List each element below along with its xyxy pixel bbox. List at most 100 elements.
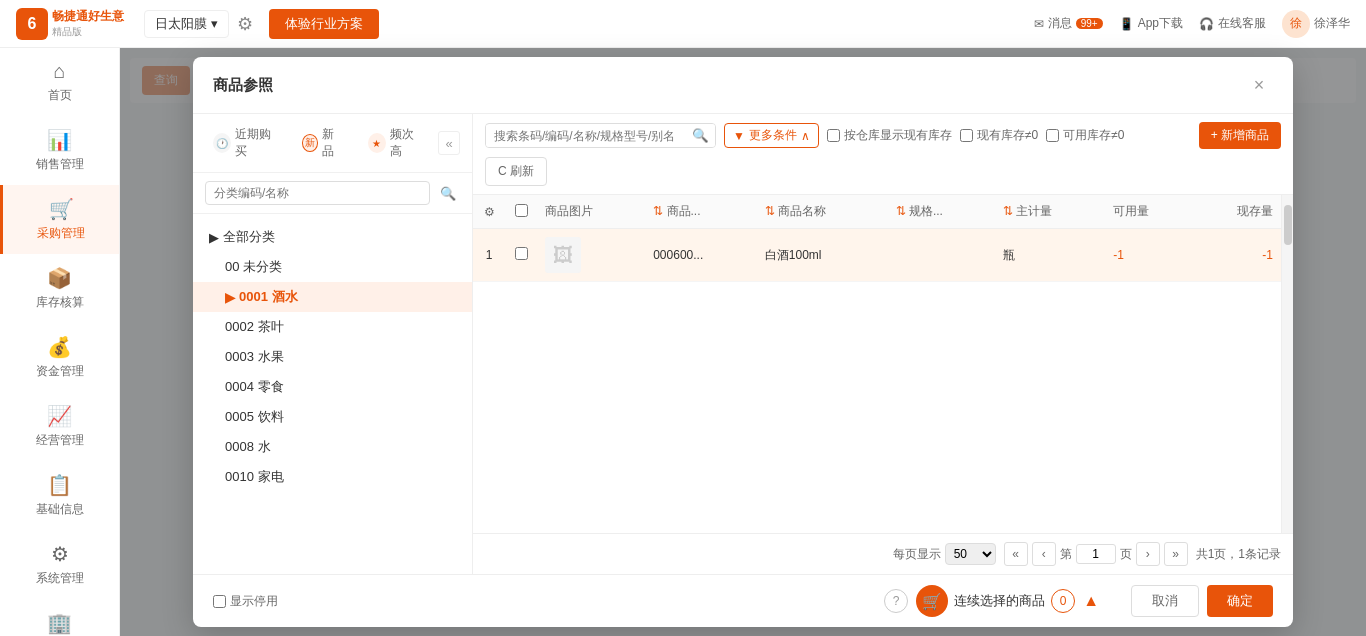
modal-overlay[interactable]: 商品参照 × 🕐 近期购买 新 bbox=[120, 48, 1366, 636]
cart-icon[interactable]: 🛒 bbox=[916, 585, 948, 617]
scrollbar-thumb[interactable] bbox=[1284, 205, 1292, 245]
left-panel: 🕐 近期购买 新 新品 ★ 频次高 bbox=[193, 114, 473, 574]
tree-item-0005[interactable]: 0005 饮料 bbox=[193, 402, 472, 432]
logo-title: 畅捷通好生意 bbox=[52, 8, 124, 25]
tree-label-0003: 0003 水果 bbox=[225, 348, 284, 366]
product-search-input[interactable] bbox=[486, 125, 686, 147]
tree-item-0002[interactable]: 0002 茶叶 bbox=[193, 312, 472, 342]
last-page-button[interactable]: » bbox=[1164, 542, 1188, 566]
product-search-button[interactable]: 🔍 bbox=[686, 124, 715, 147]
prev-page-button[interactable]: ‹ bbox=[1032, 542, 1056, 566]
checkbox-available-input[interactable] bbox=[1046, 129, 1059, 142]
sidebar-label-basic: 基础信息 bbox=[36, 501, 84, 518]
checkbox-stock-input[interactable] bbox=[960, 129, 973, 142]
cell-code: 000600... bbox=[645, 229, 757, 282]
message-btn[interactable]: ✉ 消息 99+ bbox=[1034, 15, 1103, 32]
select-all-checkbox[interactable] bbox=[515, 204, 528, 217]
row-checkbox[interactable] bbox=[515, 247, 528, 260]
tree-label-0004: 0004 零食 bbox=[225, 378, 284, 396]
sidebar-item-system[interactable]: ⚙ 系统管理 bbox=[0, 530, 119, 599]
checkbox-warehouse[interactable]: 按仓库显示现有库存 bbox=[827, 127, 952, 144]
collapse-button[interactable]: « bbox=[438, 131, 460, 155]
col-available: 可用量 bbox=[1105, 195, 1193, 229]
service-btn[interactable]: 🎧 在线客服 bbox=[1199, 15, 1266, 32]
product-table: ⚙ 商品图片 ⇅ 商品... ⇅ 商品名称 ⇅ 规格... ⇅ 主计量 可用量 bbox=[473, 195, 1281, 282]
collapse-cart-button[interactable]: ▲ bbox=[1083, 592, 1099, 610]
tab-new[interactable]: 新 新品 bbox=[294, 122, 352, 164]
store-selector[interactable]: 日太阳膜 ▾ bbox=[144, 10, 229, 38]
table-row[interactable]: 1 🖼 000600... 白酒100ml bbox=[473, 229, 1281, 282]
trial-button[interactable]: 体验行业方案 bbox=[269, 9, 379, 39]
tree-item-0008[interactable]: 0008 水 bbox=[193, 432, 472, 462]
service-label: 在线客服 bbox=[1218, 15, 1266, 32]
sidebar-item-inventory[interactable]: 📦 库存核算 bbox=[0, 254, 119, 323]
sidebar-item-operations[interactable]: 📈 经营管理 bbox=[0, 392, 119, 461]
per-page-select[interactable]: 50 100 200 bbox=[945, 543, 996, 565]
product-table-scroll[interactable]: ⚙ 商品图片 ⇅ 商品... ⇅ 商品名称 ⇅ 规格... ⇅ 主计量 可用量 bbox=[473, 195, 1281, 533]
product-table-area: ⚙ 商品图片 ⇅ 商品... ⇅ 商品名称 ⇅ 规格... ⇅ 主计量 可用量 bbox=[473, 195, 1293, 533]
tree-item-0004[interactable]: 0004 零食 bbox=[193, 372, 472, 402]
sidebar-item-sales[interactable]: 📊 销售管理 bbox=[0, 116, 119, 185]
category-tree: ▶ 全部分类 00 未分类 ▶ 0001 酒水 0002 茶 bbox=[193, 214, 472, 574]
page-number-input[interactable] bbox=[1076, 544, 1116, 564]
first-page-button[interactable]: « bbox=[1004, 542, 1028, 566]
user-info[interactable]: 徐 徐泽华 bbox=[1282, 10, 1350, 38]
new-icon: 新 bbox=[302, 134, 318, 152]
sidebar-item-purchase[interactable]: 🛒 采购管理 bbox=[0, 185, 119, 254]
more-filter-button[interactable]: ▼ 更多条件 ∧ bbox=[724, 123, 819, 148]
next-page-button[interactable]: › bbox=[1136, 542, 1160, 566]
category-search-input[interactable] bbox=[205, 181, 430, 205]
filter-icon: ▼ bbox=[733, 129, 745, 143]
finance-icon: 💰 bbox=[47, 335, 72, 359]
tree-label-0010: 0010 家电 bbox=[225, 468, 284, 486]
cancel-button[interactable]: 取消 bbox=[1131, 585, 1199, 617]
checkbox-warehouse-input[interactable] bbox=[827, 129, 840, 142]
footer-actions: 取消 确定 bbox=[1131, 585, 1273, 617]
col-code[interactable]: ⇅ 商品... bbox=[645, 195, 757, 229]
vertical-scrollbar[interactable] bbox=[1281, 195, 1293, 533]
category-search-button[interactable]: 🔍 bbox=[436, 181, 460, 205]
checkbox-available-not-zero[interactable]: 可用库存≠0 bbox=[1046, 127, 1124, 144]
tab-recent[interactable]: 🕐 近期购买 bbox=[205, 122, 286, 164]
checkbox-stock-not-zero[interactable]: 现有库存≠0 bbox=[960, 127, 1038, 144]
headphone-icon: 🎧 bbox=[1199, 17, 1214, 31]
cell-checkbox[interactable] bbox=[505, 229, 537, 282]
tree-label-00: 00 未分类 bbox=[225, 258, 282, 276]
tree-item-0003[interactable]: 0003 水果 bbox=[193, 342, 472, 372]
checkbox-stock-label: 现有库存≠0 bbox=[977, 127, 1038, 144]
sidebar-item-finance[interactable]: 💰 资金管理 bbox=[0, 323, 119, 392]
sidebar-item-basic[interactable]: 📋 基础信息 bbox=[0, 461, 119, 530]
table-body: 1 🖼 000600... 白酒100ml bbox=[473, 229, 1281, 282]
col-name[interactable]: ⇅ 商品名称 bbox=[757, 195, 888, 229]
col-checkbox[interactable] bbox=[505, 195, 537, 229]
col-settings[interactable]: ⚙ bbox=[473, 195, 505, 229]
cell-spec bbox=[888, 229, 995, 282]
sidebar-item-home[interactable]: ⌂ 首页 bbox=[0, 48, 119, 116]
tab-frequent[interactable]: ★ 频次高 bbox=[360, 122, 430, 164]
sidebar-label-finance: 资金管理 bbox=[36, 363, 84, 380]
show-disabled-checkbox[interactable]: 显示停用 bbox=[213, 593, 278, 610]
sort-arrow-spec: ⇅ bbox=[896, 204, 906, 218]
product-reference-modal: 商品参照 × 🕐 近期购买 新 bbox=[193, 57, 1293, 627]
settings-icon[interactable]: ⚙ bbox=[229, 8, 261, 40]
sidebar-item-enterprise[interactable]: 🏢 企业协同 bbox=[0, 599, 119, 636]
tree-item-0010[interactable]: 0010 家电 bbox=[193, 462, 472, 492]
refresh-button[interactable]: C 刷新 bbox=[485, 157, 547, 186]
checkbox-warehouse-label: 按仓库显示现有库存 bbox=[844, 127, 952, 144]
add-product-button[interactable]: + 新增商品 bbox=[1199, 122, 1281, 149]
tab-frequent-label: 频次高 bbox=[390, 126, 422, 160]
tree-item-0001[interactable]: ▶ 0001 酒水 bbox=[193, 282, 472, 312]
help-button[interactable]: ? bbox=[884, 589, 908, 613]
modal-close-button[interactable]: × bbox=[1245, 71, 1273, 99]
logo-icon: 6 bbox=[16, 8, 48, 40]
tree-item-all[interactable]: ▶ 全部分类 bbox=[193, 222, 472, 252]
cell-unit: 瓶 bbox=[995, 229, 1105, 282]
show-disabled-input[interactable] bbox=[213, 595, 226, 608]
confirm-button[interactable]: 确定 bbox=[1207, 585, 1273, 617]
enterprise-icon: 🏢 bbox=[47, 611, 72, 635]
app-download-btn[interactable]: 📱 App下载 bbox=[1119, 15, 1183, 32]
col-unit[interactable]: ⇅ 主计量 bbox=[995, 195, 1105, 229]
col-spec[interactable]: ⇅ 规格... bbox=[888, 195, 995, 229]
tree-item-00[interactable]: 00 未分类 bbox=[193, 252, 472, 282]
main-content: 查询 设置 刷新 商品参照 × bbox=[120, 48, 1366, 636]
